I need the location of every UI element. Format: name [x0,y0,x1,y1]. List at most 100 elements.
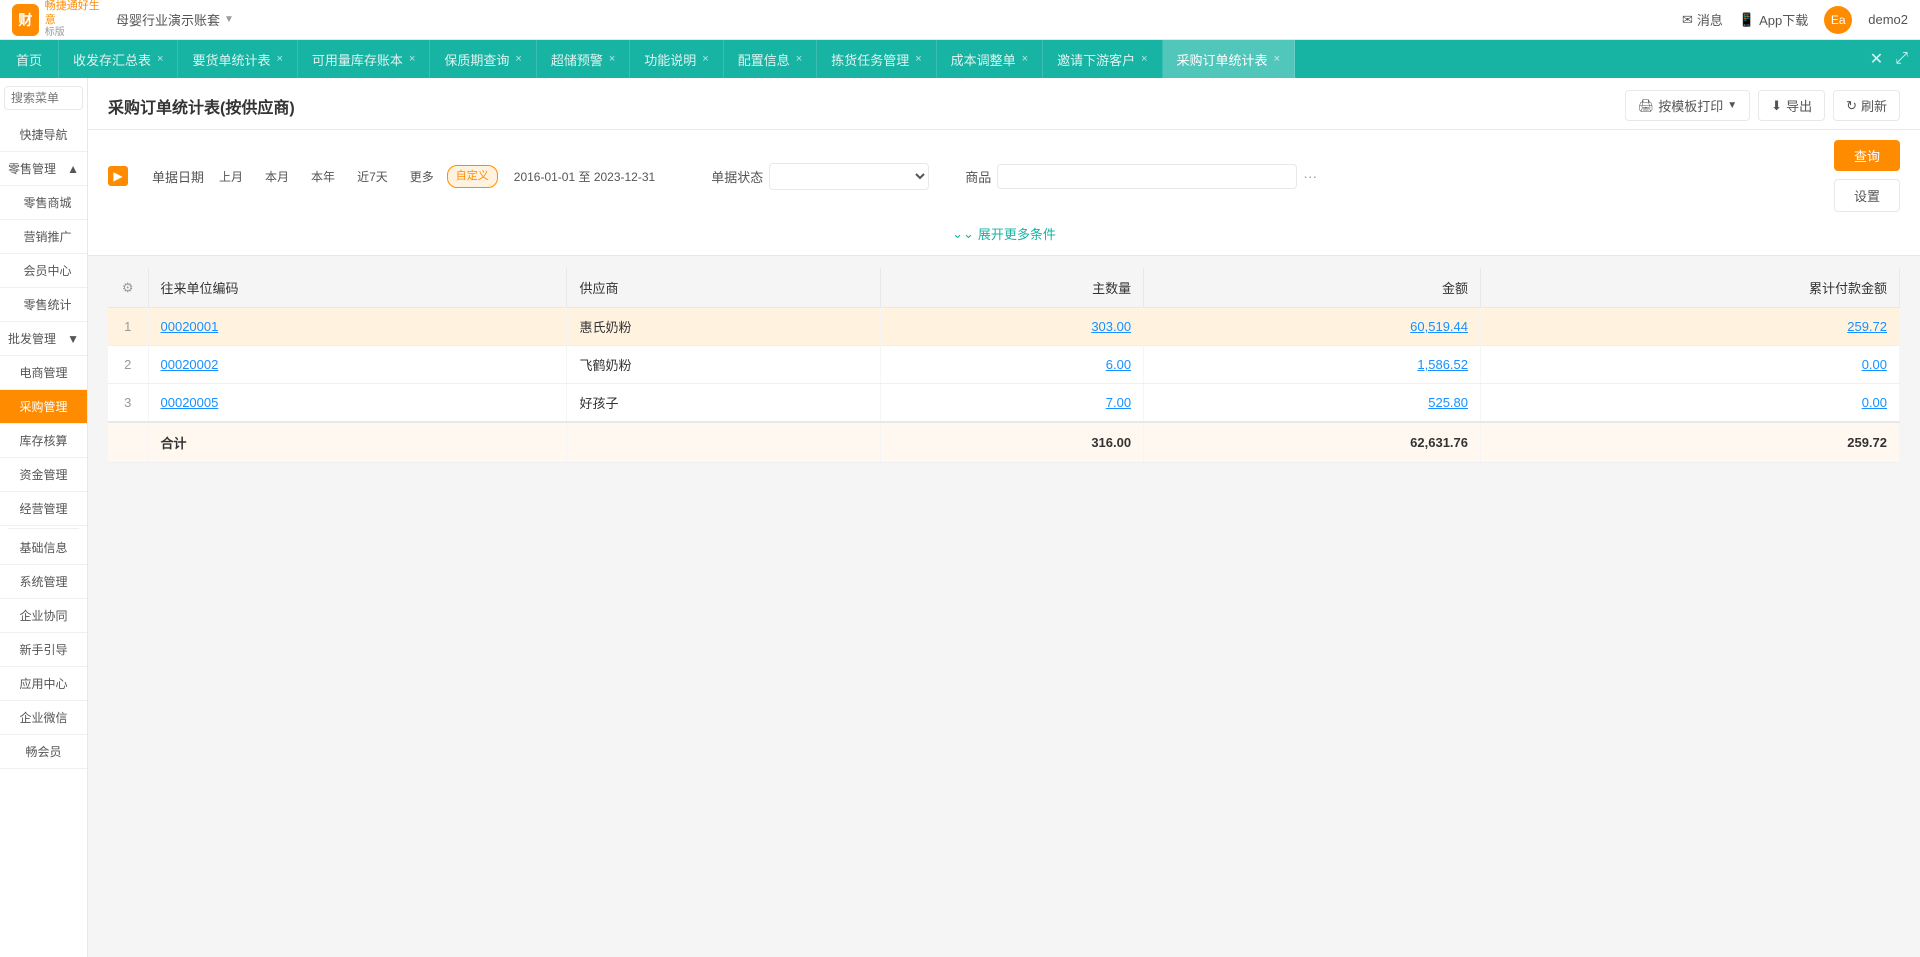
close-icon[interactable]: × [915,53,921,65]
row-amount[interactable]: 60,519.44 [1144,308,1481,346]
sidebar-item-yingyong[interactable]: 应用中心 [0,667,87,701]
query-button[interactable]: 查询 [1834,140,1900,171]
shortcut-last-month[interactable]: 上月 [210,165,252,188]
row-paid[interactable]: 259.72 [1481,308,1900,346]
row-quantity[interactable]: 7.00 [880,384,1143,423]
settings-button[interactable]: 设置 [1834,179,1900,212]
goods-more-icon[interactable]: ··· [1303,168,1317,184]
sidebar-item-xinshouyindao[interactable]: 新手引导 [0,633,87,667]
close-icon[interactable]: × [1022,53,1028,65]
close-icon[interactable]: × [157,53,163,65]
tab-caigou-tongji[interactable]: 采购订单统计表 × [1163,40,1295,78]
shortcut-7days[interactable]: 近7天 [348,165,397,188]
sidebar-item-yingxiao[interactable]: 营销推广 [0,220,87,254]
main-layout: 快捷导航 零售管理 ▲ 零售商城 营销推广 会员中心 零售统计 批发管理 ▼ 电… [0,78,1920,957]
close-icon[interactable]: × [276,53,282,65]
close-icon[interactable]: × [515,53,521,65]
close-icon[interactable]: × [702,53,708,65]
export-button[interactable]: ⬇ 导出 [1758,90,1825,121]
tab-paihuorenwu[interactable]: 拣货任务管理 × [817,40,936,78]
expand-more-btn[interactable]: ⌄⌄ 展开更多条件 [952,224,1056,243]
sidebar-item-qiyeweixin[interactable]: 企业微信 [0,701,87,735]
print-button[interactable]: 🖨 按模板打印 ▼ [1625,90,1750,121]
export-label: 导出 [1786,96,1812,115]
sidebar-item-label: 新手引导 [19,643,67,657]
sidebar-item-xitonguanli[interactable]: 系统管理 [0,565,87,599]
sidebar-item-jichuXinxi[interactable]: 基础信息 [0,531,87,565]
sidebar-item-qiyexietong[interactable]: 企业协同 [0,599,87,633]
sidebar-item-lingshao-tongji[interactable]: 零售统计 [0,288,87,322]
tab-keyongliang[interactable]: 可用量库存账本 × [298,40,430,78]
row-quantity[interactable]: 303.00 [880,308,1143,346]
tab-label: 邀请下游客户 [1057,50,1135,69]
tab-chengbentiaoz[interactable]: 成本调整单 × [937,40,1043,78]
row-supplier: 好孩子 [567,384,880,423]
sidebar-item-kucun[interactable]: 库存核算 [0,424,87,458]
sidebar-item-dianshanaguanli[interactable]: 电商管理 [0,356,87,390]
breadcrumb: 标版 [45,27,100,39]
tab-label: 拣货任务管理 [831,50,909,69]
row-code[interactable]: 00020005 [148,384,567,423]
footer-row: 合计 316.00 62,631.76 259.72 [108,422,1900,463]
sidebar-item-zijin[interactable]: 资金管理 [0,458,87,492]
row-code[interactable]: 00020002 [148,346,567,384]
row-amount[interactable]: 525.80 [1144,384,1481,423]
shortcut-this-month[interactable]: 本月 [256,165,298,188]
tab-yaohuo[interactable]: 要货单统计表 × [178,40,297,78]
shortcut-this-year[interactable]: 本年 [302,165,344,188]
sidebar-search-area [0,78,87,118]
message-btn[interactable]: ✉ 消息 [1682,10,1723,29]
row-code[interactable]: 00020001 [148,308,567,346]
filter-toggle-arrow[interactable]: ▶ [108,166,128,186]
tab-label: 保质期查询 [444,50,509,69]
sidebar-item-lingshao-shangcheng[interactable]: 零售商城 [0,186,87,220]
row-quantity[interactable]: 6.00 [880,346,1143,384]
status-select[interactable] [769,163,929,190]
close-icon[interactable]: × [796,53,802,65]
gear-icon[interactable]: ⚙ [122,280,134,295]
page-header-actions: 🖨 按模板打印 ▼ ⬇ 导出 ↻ 刷新 [1625,90,1900,121]
sidebar-item-changhyuanyi[interactable]: 畅会员 [0,735,87,769]
date-label: 单据日期 [152,167,204,186]
logo-text: 畅捷通好生意 [45,0,100,26]
sidebar-item-label: 零售统计 [23,298,71,312]
close-icon[interactable]: × [1274,53,1280,65]
tab-gongneng[interactable]: 功能说明 × [630,40,723,78]
app-download-btn[interactable]: 📱 App下载 [1739,10,1808,29]
tab-shoufaHui[interactable]: 收发存汇总表 × [59,40,178,78]
tab-chaochuyujing[interactable]: 超储预警 × [537,40,630,78]
workspace-selector[interactable]: 母婴行业演示账套 ▼ [108,6,242,33]
th-supplier: 供应商 [567,268,880,308]
tab-yaoqing[interactable]: 邀请下游客户 × [1043,40,1162,78]
sidebar-item-lingshao-group[interactable]: 零售管理 ▲ [0,152,87,186]
nav-maximize-button[interactable]: ⤢ [1891,46,1912,72]
shortcut-custom-tag[interactable]: 自定义 [447,165,498,188]
row-paid[interactable]: 0.00 [1481,346,1900,384]
tab-peizhi[interactable]: 配置信息 × [724,40,817,78]
sidebar-item-caigouguanli[interactable]: 采购管理 [0,390,87,424]
row-paid[interactable]: 0.00 [1481,384,1900,423]
nav-close-button[interactable]: ✕ [1866,45,1887,73]
filter-goods-group: 商品 ··· [965,164,1317,189]
sidebar-item-label: 资金管理 [19,468,67,482]
shortcut-more[interactable]: 更多 [401,165,443,188]
sidebar-item-jingyingguanli[interactable]: 经营管理 [0,492,87,526]
tab-label: 可用量库存账本 [312,50,403,69]
close-icon[interactable]: × [409,53,415,65]
sidebar-item-kuaijie[interactable]: 快捷导航 [0,118,87,152]
close-icon[interactable]: × [1141,53,1147,65]
close-icon[interactable]: × [609,53,615,65]
refresh-button[interactable]: ↻ 刷新 [1833,90,1900,121]
avatar[interactable]: Ea [1824,6,1852,34]
row-amount[interactable]: 1,586.52 [1144,346,1481,384]
username-label[interactable]: demo2 [1868,12,1908,27]
sidebar-item-pifa-group[interactable]: 批发管理 ▼ [0,322,87,356]
search-input[interactable] [4,86,83,110]
tab-baozhi[interactable]: 保质期查询 × [430,40,536,78]
goods-input[interactable] [997,164,1297,189]
sidebar-item-label: 快捷导航 [19,128,67,142]
th-amount: 金额 [1144,268,1481,308]
sidebar-item-huiyuan[interactable]: 会员中心 [0,254,87,288]
tab-home[interactable]: 首页 [0,40,59,78]
table-row: 200020002飞鹤奶粉6.001,586.520.00 [108,346,1900,384]
